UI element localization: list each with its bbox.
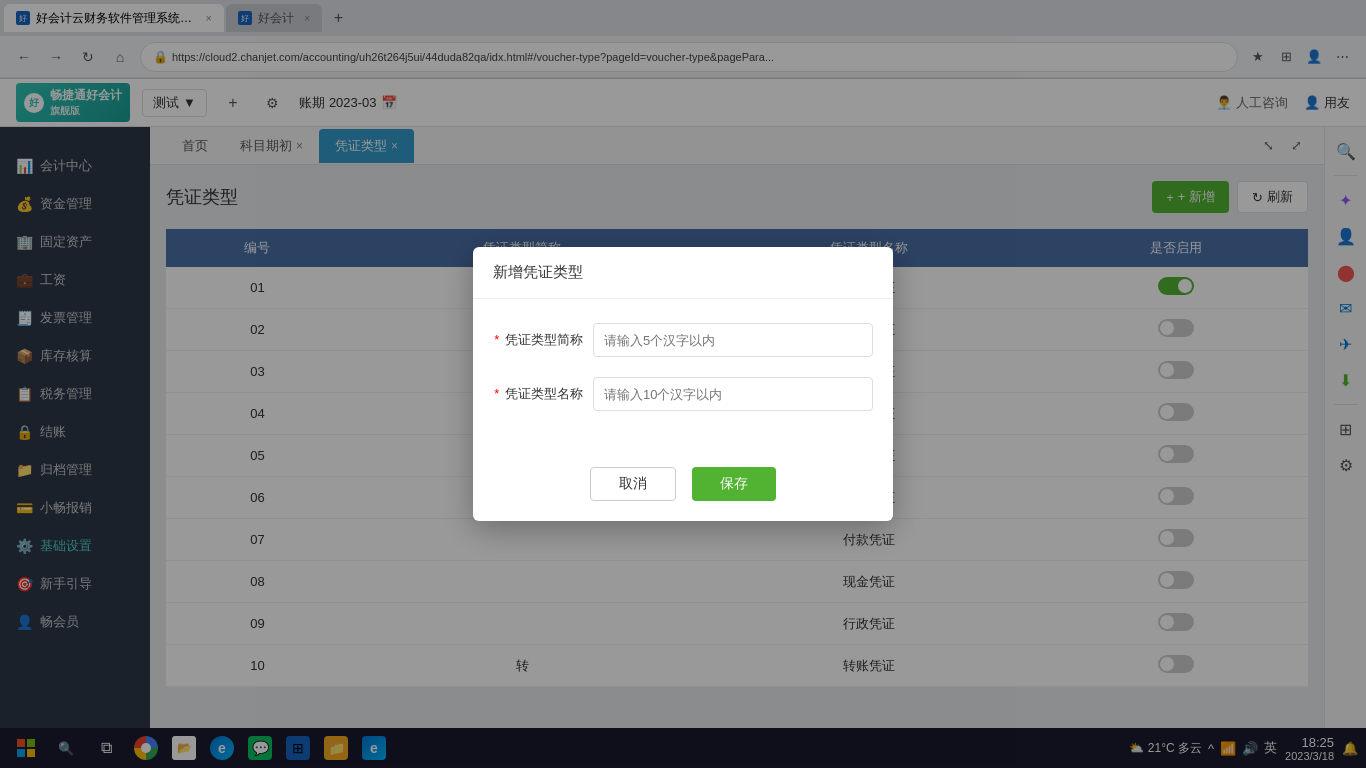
modal-title: 新增凭证类型 [493,263,583,280]
modal-body: * 凭证类型简称 * 凭证类型名称 [473,299,893,455]
save-button[interactable]: 保存 [692,467,776,501]
abbr-label: * 凭证类型简称 [493,331,583,349]
abbr-input[interactable] [593,323,873,357]
add-voucher-type-modal: 新增凭证类型 * 凭证类型简称 * 凭证类型名称 取消 保存 [473,247,893,521]
name-label: * 凭证类型名称 [493,385,583,403]
modal-footer: 取消 保存 [473,455,893,521]
name-form-row: * 凭证类型名称 [493,377,873,411]
cancel-button[interactable]: 取消 [590,467,676,501]
modal-overlay: 新增凭证类型 * 凭证类型简称 * 凭证类型名称 取消 保存 [0,0,1366,768]
required-mark: * [494,332,499,347]
required-mark-2: * [494,386,499,401]
name-input[interactable] [593,377,873,411]
abbr-form-row: * 凭证类型简称 [493,323,873,357]
modal-header: 新增凭证类型 [473,247,893,299]
